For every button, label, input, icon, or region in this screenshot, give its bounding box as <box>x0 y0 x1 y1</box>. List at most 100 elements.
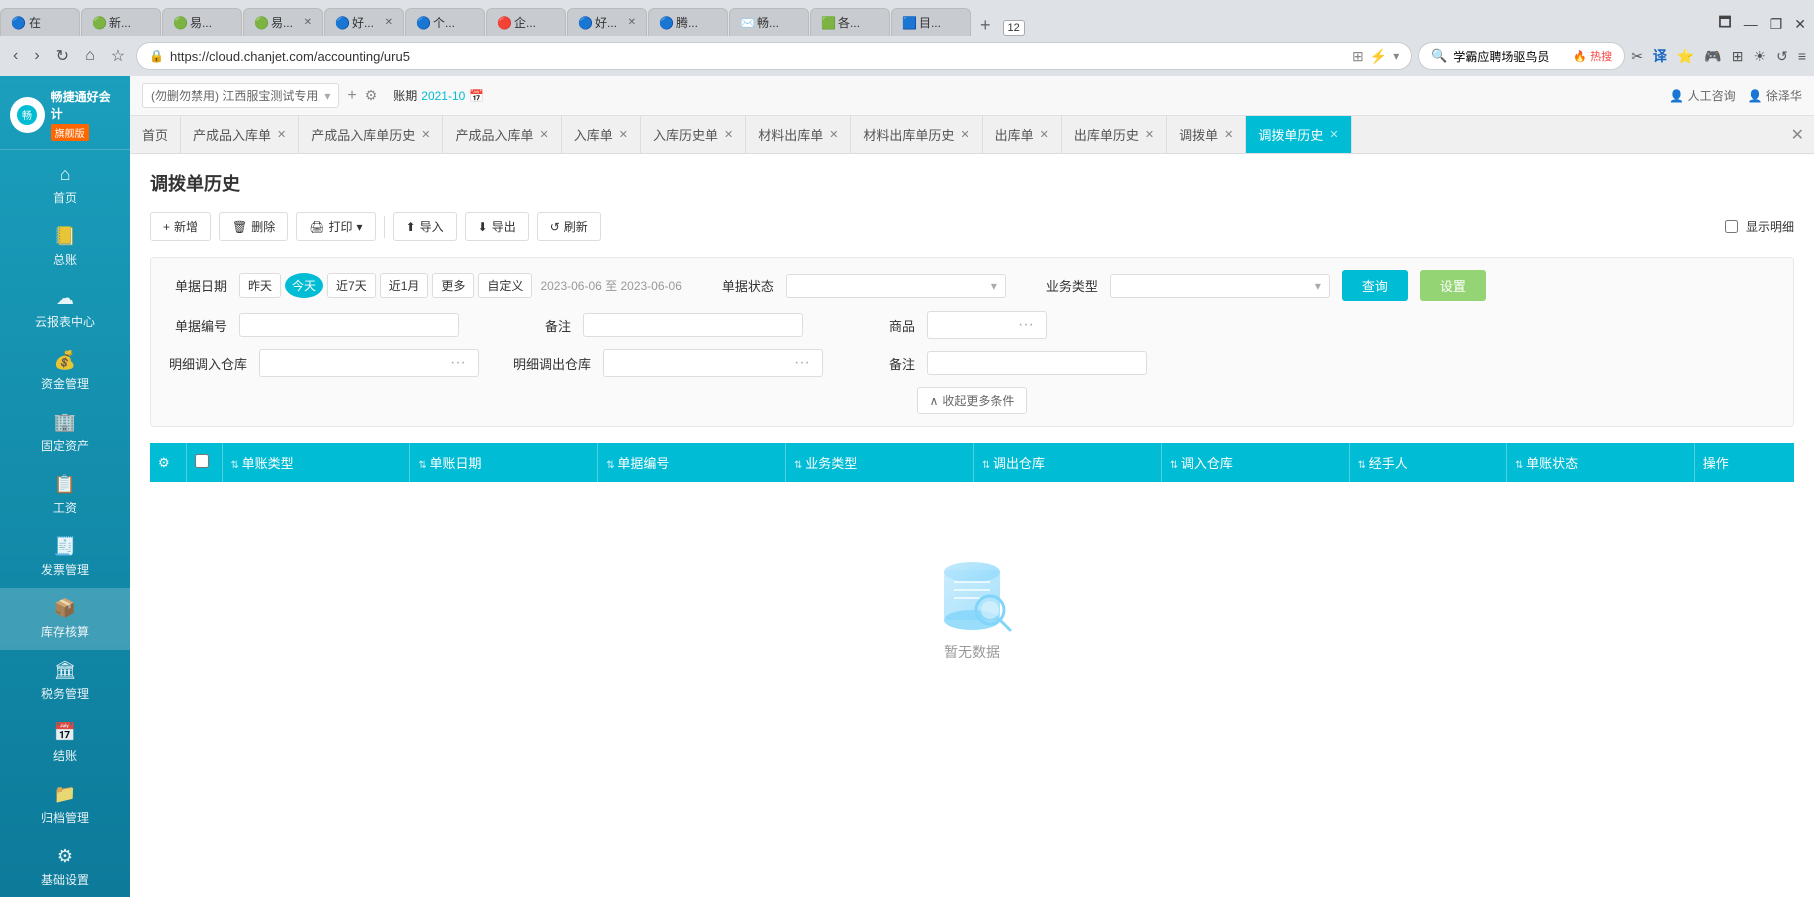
custom-btn[interactable]: 自定义 <box>478 273 532 298</box>
back-button[interactable]: ‹ <box>8 45 23 67</box>
th-in-warehouse[interactable]: ⇅ 调入仓库 <box>1161 443 1349 482</box>
menu-icon[interactable]: ≡ <box>1798 48 1806 64</box>
page-tab-in-hist[interactable]: 入库历史单 ✕ <box>641 116 746 154</box>
today-btn[interactable]: 今天 <box>285 273 323 298</box>
page-tab-in-hist-close[interactable]: ✕ <box>724 128 733 141</box>
browser-tab-9[interactable]: 🔵 腾... <box>648 8 728 36</box>
more-btn[interactable]: 更多 <box>432 273 474 298</box>
search-bar[interactable]: 🔍 🔥 热搜 <box>1418 42 1625 70</box>
th-out-warehouse[interactable]: ⇅ 调出仓库 <box>973 443 1161 482</box>
address-bar[interactable]: 🔒 https://cloud.chanjet.com/accounting/u… <box>136 42 1412 70</box>
browser-tab-10[interactable]: ✉️ 畅... <box>729 8 809 36</box>
page-tab-in-order-close[interactable]: ✕ <box>619 128 628 141</box>
brightness-icon[interactable]: ☀ <box>1754 48 1767 65</box>
page-tab-prod-in2-close[interactable]: ✕ <box>540 128 549 141</box>
apps-icon[interactable]: ⊞ <box>1732 48 1744 65</box>
sidebar-item-home[interactable]: ⌂ 首页 <box>0 154 130 216</box>
page-tab-prod-in2[interactable]: 产成品入库单 ✕ <box>443 116 561 154</box>
order-no-input[interactable] <box>239 313 459 337</box>
delete-button[interactable]: 🗑 删除 <box>219 212 288 241</box>
remark-input[interactable] <box>583 313 803 337</box>
import-button[interactable]: ⬆ 导入 <box>393 212 457 241</box>
close-window-icon[interactable]: ✕ <box>1794 16 1806 33</box>
home-button[interactable]: ⌂ <box>80 45 100 67</box>
goods-dots[interactable]: ··· <box>1014 316 1038 334</box>
tab-close-8[interactable]: ✕ <box>624 17 636 28</box>
page-tab-mat-out-close[interactable]: ✕ <box>829 128 838 141</box>
th-checkbox[interactable] <box>186 443 222 482</box>
scissors-icon[interactable]: ✂ <box>1631 48 1643 65</box>
sidebar-item-closing[interactable]: 📅 结账 <box>0 712 130 774</box>
bookmark-button[interactable]: ☆ <box>106 44 130 68</box>
th-handler[interactable]: ⇅ 经手人 <box>1349 443 1506 482</box>
collapse-button[interactable]: ∧ 收起更多条件 <box>917 387 1028 414</box>
browser-tab-8[interactable]: 🔵 好... ✕ <box>567 8 647 36</box>
restore-icon[interactable]: 🗖 <box>1718 12 1731 36</box>
new-button[interactable]: + 新增 <box>150 212 211 241</box>
th-date[interactable]: ⇅ 单账日期 <box>410 443 598 482</box>
sidebar-item-invoice[interactable]: 🧾 发票管理 <box>0 526 130 588</box>
setting-button[interactable]: 设置 <box>1420 270 1486 301</box>
new-tab-button[interactable]: + <box>972 15 999 36</box>
page-tab-in-order[interactable]: 入库单 ✕ <box>562 116 641 154</box>
month-btn[interactable]: 近1月 <box>380 273 429 298</box>
page-tab-prod-in[interactable]: 产成品入库单 ✕ <box>181 116 299 154</box>
sidebar-item-asset[interactable]: 🏢 固定资产 <box>0 402 130 464</box>
reload-button[interactable]: ↻ <box>51 44 74 68</box>
sidebar-item-inventory[interactable]: 📦 库存核算 <box>0 588 130 650</box>
page-tab-transfer-hist[interactable]: 调拨单历史 ✕ <box>1246 116 1351 154</box>
refresh-button[interactable]: ↺ 刷新 <box>537 212 601 241</box>
detail-out-dots[interactable]: ··· <box>790 354 814 372</box>
status-select[interactable]: ▾ <box>786 274 1006 298</box>
export-button[interactable]: ⬇ 导出 <box>465 212 529 241</box>
print-button[interactable]: 🖨 打印 ▾ <box>296 212 375 241</box>
extension-icon[interactable]: ⭐ <box>1677 48 1694 65</box>
page-tab-transfer-hist-close[interactable]: ✕ <box>1329 128 1338 141</box>
th-number[interactable]: ⇅ 单据编号 <box>598 443 786 482</box>
sidebar-item-report[interactable]: ☁ 云报表中心 <box>0 278 130 340</box>
page-tab-transfer-close[interactable]: ✕ <box>1224 128 1233 141</box>
company-selector[interactable]: (勿删勿禁用) 江西服宝测试专用 ▾ <box>142 83 339 108</box>
page-tab-home[interactable]: 首页 <box>130 116 181 154</box>
page-tab-out-hist-close[interactable]: ✕ <box>1145 128 1154 141</box>
goods-select[interactable]: ··· <box>927 311 1047 339</box>
week-btn[interactable]: 近7天 <box>327 273 376 298</box>
tab-close-4[interactable]: ✕ <box>300 17 312 28</box>
th-gear[interactable]: ⚙ <box>150 443 186 482</box>
sidebar-item-fund[interactable]: 💰 资金管理 <box>0 340 130 402</box>
page-tab-prod-in-hist-close[interactable]: ✕ <box>421 128 430 141</box>
th-type[interactable]: ⇅ 单账类型 <box>222 443 410 482</box>
page-tab-out-order-close[interactable]: ✕ <box>1040 128 1049 141</box>
search-input[interactable] <box>1453 49 1573 63</box>
translate-icon[interactable]: 译 <box>1653 46 1667 66</box>
detail-in-select[interactable]: ··· <box>259 349 479 377</box>
query-button[interactable]: 查询 <box>1342 270 1408 301</box>
settings-button[interactable]: ⚙ <box>365 87 378 104</box>
sidebar-item-settings[interactable]: ⚙ 基础设置 <box>0 836 130 897</box>
page-tab-mat-out-hist[interactable]: 材料出库单历史 ✕ <box>851 116 982 154</box>
browser-tab-2[interactable]: 🟢 新... <box>81 8 161 36</box>
add-company-button[interactable]: + <box>347 87 356 105</box>
show-cols-checkbox[interactable] <box>1725 220 1738 233</box>
sidebar-item-ledger[interactable]: 📒 总账 <box>0 216 130 278</box>
sidebar-item-salary[interactable]: 📋 工资 <box>0 464 130 526</box>
minimize-icon[interactable]: — <box>1744 16 1758 32</box>
browser-tab-11[interactable]: 🟩 各... <box>810 8 890 36</box>
select-all-checkbox[interactable] <box>195 454 209 468</box>
page-tab-out-hist[interactable]: 出库单历史 ✕ <box>1062 116 1167 154</box>
page-tab-prod-in-hist[interactable]: 产成品入库单历史 ✕ <box>299 116 443 154</box>
page-tab-out-order[interactable]: 出库单 ✕ <box>983 116 1062 154</box>
print-dropdown-icon[interactable]: ▾ <box>357 220 363 234</box>
page-tab-prod-in-close[interactable]: ✕ <box>277 128 286 141</box>
undo-icon[interactable]: ↺ <box>1776 48 1788 65</box>
detail-out-select[interactable]: ··· <box>603 349 823 377</box>
sidebar-item-archive[interactable]: 📁 归档管理 <box>0 774 130 836</box>
calendar-icon[interactable]: 📅 <box>469 89 484 103</box>
gear-settings-icon[interactable]: ⚙ <box>158 455 170 470</box>
user-avatar[interactable]: 👤 徐泽华 <box>1748 87 1802 104</box>
browser-tab-7[interactable]: 🔴 企... <box>486 8 566 36</box>
detail-in-dots[interactable]: ··· <box>446 354 470 372</box>
remark2-input[interactable] <box>927 351 1147 375</box>
user-service-link[interactable]: 👤 人工咨询 <box>1669 87 1735 104</box>
close-all-tabs-button[interactable]: ✕ <box>1781 125 1814 145</box>
